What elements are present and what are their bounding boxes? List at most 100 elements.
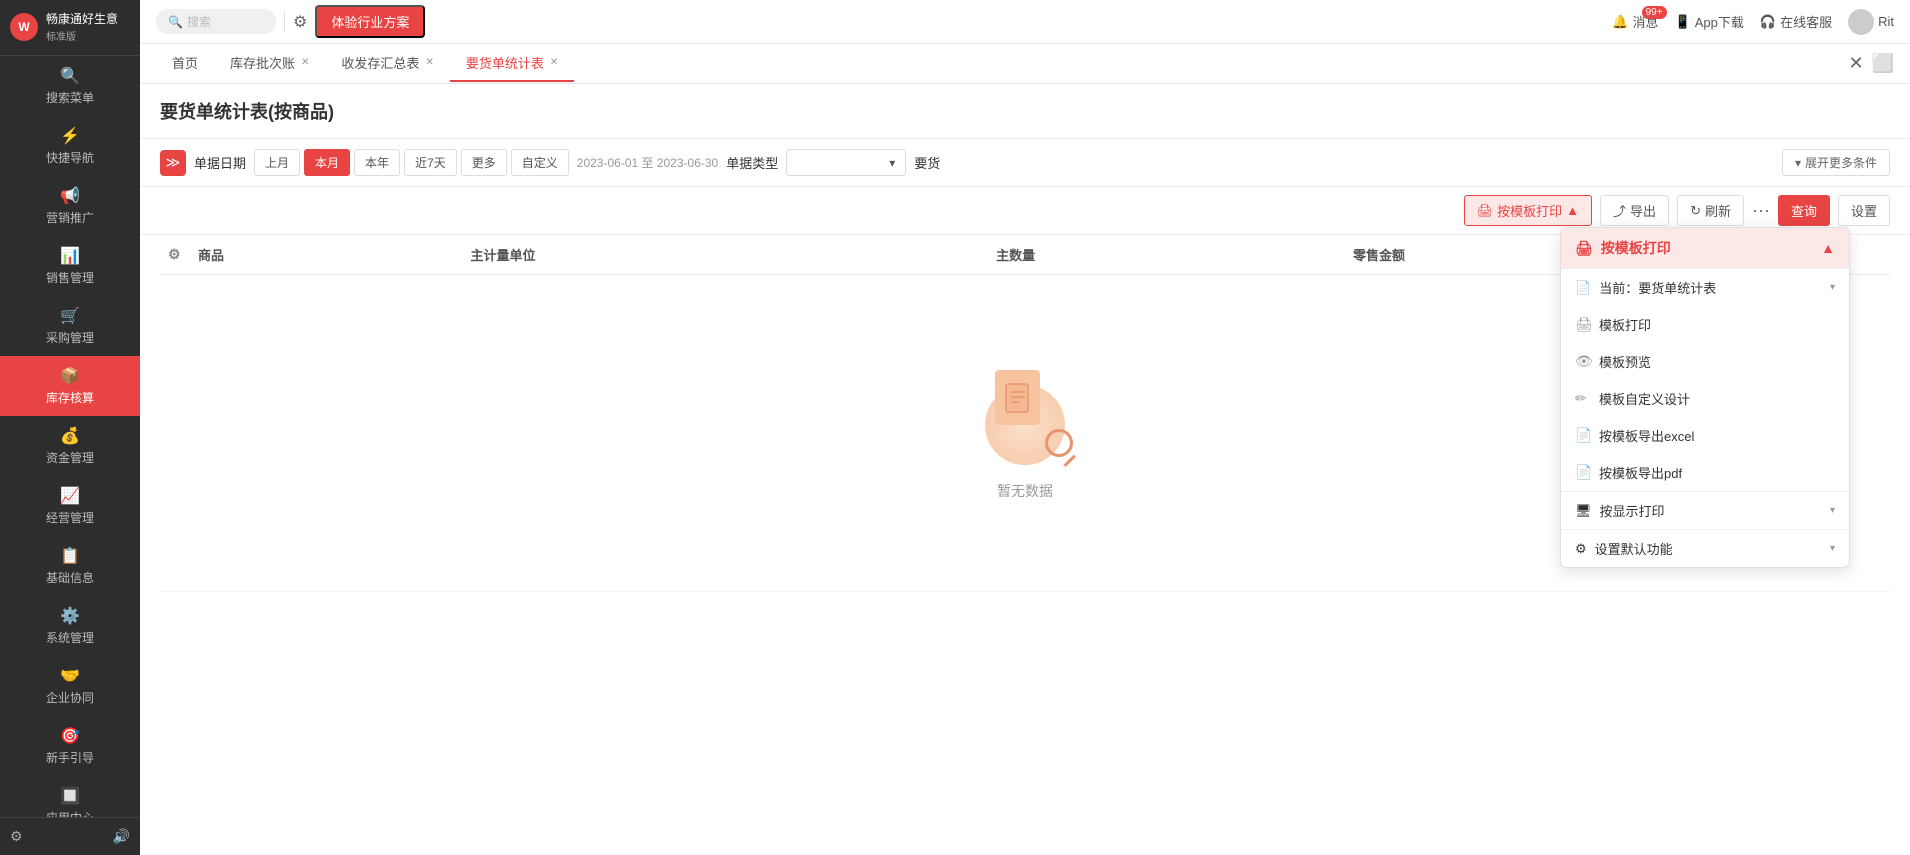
sidebar-item-quick-nav[interactable]: ⚡ 快捷导航 [0, 116, 140, 176]
expand-more-container: ▾ 展开更多条件 [1782, 149, 1890, 176]
date-custom[interactable]: 自定义 [511, 149, 569, 176]
app-name: 畅康通好生意 [46, 12, 118, 28]
display-print-label: 按显示打印 [1600, 501, 1665, 520]
topbar-right: 🔔 消息 99+ 📱 App下载 🎧 在线客服 Rit [1612, 9, 1894, 35]
table-header-quantity: 主数量 [988, 235, 1345, 275]
sidebar-item-purchase[interactable]: 🛒 采购管理 [0, 296, 140, 356]
query-button[interactable]: 查询 [1778, 195, 1830, 226]
dropdown-header[interactable]: 🖨 按模板打印 ▲ [1561, 228, 1849, 268]
tabs-bar: 首页 库存批次账 ✕ 收发存汇总表 ✕ 要货单统计表 ✕ ✕ ⬜ [140, 44, 1910, 84]
filter-expand-button[interactable]: ≫ [160, 150, 186, 176]
sidebar-item-enterprise[interactable]: 🤝 企业协同 [0, 656, 140, 716]
sidebar-item-system[interactable]: ⚙️ 系统管理 [0, 596, 140, 656]
avatar [1848, 9, 1874, 35]
tab-close-all-icon[interactable]: ✕ [1848, 53, 1863, 74]
expand-more-label: 展开更多条件 [1805, 154, 1877, 171]
volume-icon[interactable]: 🔊 [113, 828, 130, 845]
default-func-label: 设置默认功能 [1595, 539, 1673, 558]
bell-icon: 🔔 [1612, 14, 1628, 30]
sidebar-item-finance[interactable]: 💰 资金管理 [0, 416, 140, 476]
table-header-product: 商品 [190, 235, 463, 275]
messages-button[interactable]: 🔔 消息 99+ [1612, 12, 1658, 31]
settings-icon[interactable]: ⚙ [10, 828, 23, 845]
page-header: 要货单统计表(按商品) [140, 84, 1910, 139]
tab-receivable-summary[interactable]: 收发存汇总表 ✕ [325, 45, 449, 82]
sidebar-item-label: 库存核算 [46, 389, 94, 406]
expand-more-button[interactable]: ▾ 展开更多条件 [1782, 149, 1890, 176]
dropdown-item-template-design[interactable]: ✏ 模板自定义设计 [1561, 380, 1849, 417]
sidebar-item-label: 应用中心 [46, 809, 94, 817]
default-func-section[interactable]: ⚙ 设置默认功能 ▾ [1561, 529, 1849, 567]
dropdown-item-export-pdf[interactable]: 📄 按模板导出pdf [1561, 454, 1849, 491]
current-template-section[interactable]: 📄 当前：要货单统计表 ▾ [1561, 268, 1849, 306]
settings-button[interactable]: 设置 [1838, 195, 1890, 226]
tab-inventory-batch[interactable]: 库存批次账 ✕ [214, 45, 325, 82]
tab-receivable-summary-close[interactable]: ✕ [425, 57, 433, 68]
print-icon: 🖨 [1575, 316, 1593, 333]
printer-icon: 🖨 [1477, 203, 1494, 219]
topbar-search-text: 搜索 [187, 13, 211, 30]
table-settings-gear[interactable]: ⚙ [168, 246, 181, 262]
tab-order-stats-close[interactable]: ✕ [550, 57, 558, 68]
date-prev-month[interactable]: 上月 [254, 149, 300, 176]
order-type-value [797, 154, 889, 171]
dropdown-title: 按模板打印 [1601, 238, 1671, 258]
export-button[interactable]: ⤴ 导出 [1600, 195, 1669, 226]
tab-inventory-batch-close[interactable]: ✕ [301, 57, 309, 68]
dropdown-item-template-print[interactable]: 🖨 模板打印 [1561, 306, 1849, 343]
refresh-button[interactable]: ↻ 刷新 [1677, 195, 1744, 226]
date-this-month[interactable]: 本月 [304, 149, 350, 176]
tab-maximize-icon[interactable]: ⬜ [1872, 53, 1894, 74]
pencil-icon: ✏ [1575, 390, 1587, 407]
app-download-label: App下载 [1695, 12, 1744, 31]
export-label: 导出 [1630, 201, 1656, 220]
excel-icon: 📄 [1575, 427, 1592, 444]
display-icon: 🖥 [1575, 503, 1592, 519]
sidebar-item-basic[interactable]: 📋 基础信息 [0, 536, 140, 596]
sidebar-item-label: 快捷导航 [46, 149, 94, 166]
sidebar-item-sales[interactable]: 📊 销售管理 [0, 236, 140, 296]
table-header-unit: 主计量单位 [463, 235, 989, 275]
app-download-button[interactable]: 📱 App下载 [1675, 12, 1744, 31]
dropdown-item-template-preview[interactable]: 👁 模板预览 [1561, 343, 1849, 380]
empty-state-icon [975, 365, 1075, 465]
tab-home[interactable]: 首页 [156, 45, 214, 82]
dropdown-item-export-excel[interactable]: 📄 按模板导出excel [1561, 417, 1849, 454]
date-this-year[interactable]: 本年 [354, 149, 400, 176]
dropdown-close-icon[interactable]: ▲ [1821, 240, 1835, 256]
online-service-button[interactable]: 🎧 在线客服 [1760, 12, 1832, 31]
sidebar-item-marketing[interactable]: 📢 营销推广 [0, 176, 140, 236]
chevron-down-icon: ▾ [889, 156, 895, 170]
target-icon: 🎯 [60, 726, 80, 746]
phone-icon: 📱 [1675, 14, 1691, 30]
empty-text: 暂无数据 [997, 481, 1053, 501]
tab-inventory-batch-label: 库存批次账 [230, 53, 295, 72]
topbar-gear-icon[interactable]: ⚙ [293, 12, 307, 32]
user-profile[interactable]: Rit [1848, 9, 1894, 35]
order-type-dropdown[interactable]: ▾ [786, 149, 906, 176]
tab-order-stats[interactable]: 要货单统计表 ✕ [450, 45, 574, 82]
sidebar-item-inventory[interactable]: 📦 库存核算 [0, 356, 140, 416]
clipboard-icon: 📋 [60, 546, 80, 566]
trial-button[interactable]: 体验行业方案 [315, 5, 425, 38]
sidebar-item-label: 企业协同 [46, 689, 94, 706]
topbar-search[interactable]: 🔍 搜索 [156, 9, 276, 34]
sidebar-item-operations[interactable]: 📈 经营管理 [0, 476, 140, 536]
sidebar-item-search[interactable]: 🔍 搜索菜单 [0, 56, 140, 116]
more-options-button[interactable]: ··· [1752, 200, 1770, 221]
date-last-7-days[interactable]: 近7天 [404, 149, 457, 176]
speaker-icon: 📢 [60, 186, 80, 206]
printer-icon: 🖨 [1575, 240, 1593, 257]
display-print-section[interactable]: 🖥 按显示打印 ▾ [1561, 491, 1849, 529]
sidebar-item-label: 系统管理 [46, 629, 94, 646]
topbar: 🔍 搜索 ⚙ 体验行业方案 🔔 消息 99+ 📱 App下载 🎧 在线客服 Ri… [140, 0, 1910, 44]
date-more[interactable]: 更多 [461, 149, 507, 176]
sidebar-item-apps[interactable]: 🔲 应用中心 [0, 776, 140, 817]
sidebar-item-newuser[interactable]: 🎯 新手引导 [0, 716, 140, 776]
sidebar-bottom: ⚙ 🔊 [0, 817, 140, 855]
sidebar-item-label: 销售管理 [46, 269, 94, 286]
template-print-button[interactable]: 🖨 按模板打印 ▲ [1464, 195, 1592, 226]
sidebar-item-label: 资金管理 [46, 449, 94, 466]
dropdown-item-label: 按模板导出pdf [1599, 463, 1682, 482]
dropdown-item-label: 模板自定义设计 [1599, 389, 1690, 408]
